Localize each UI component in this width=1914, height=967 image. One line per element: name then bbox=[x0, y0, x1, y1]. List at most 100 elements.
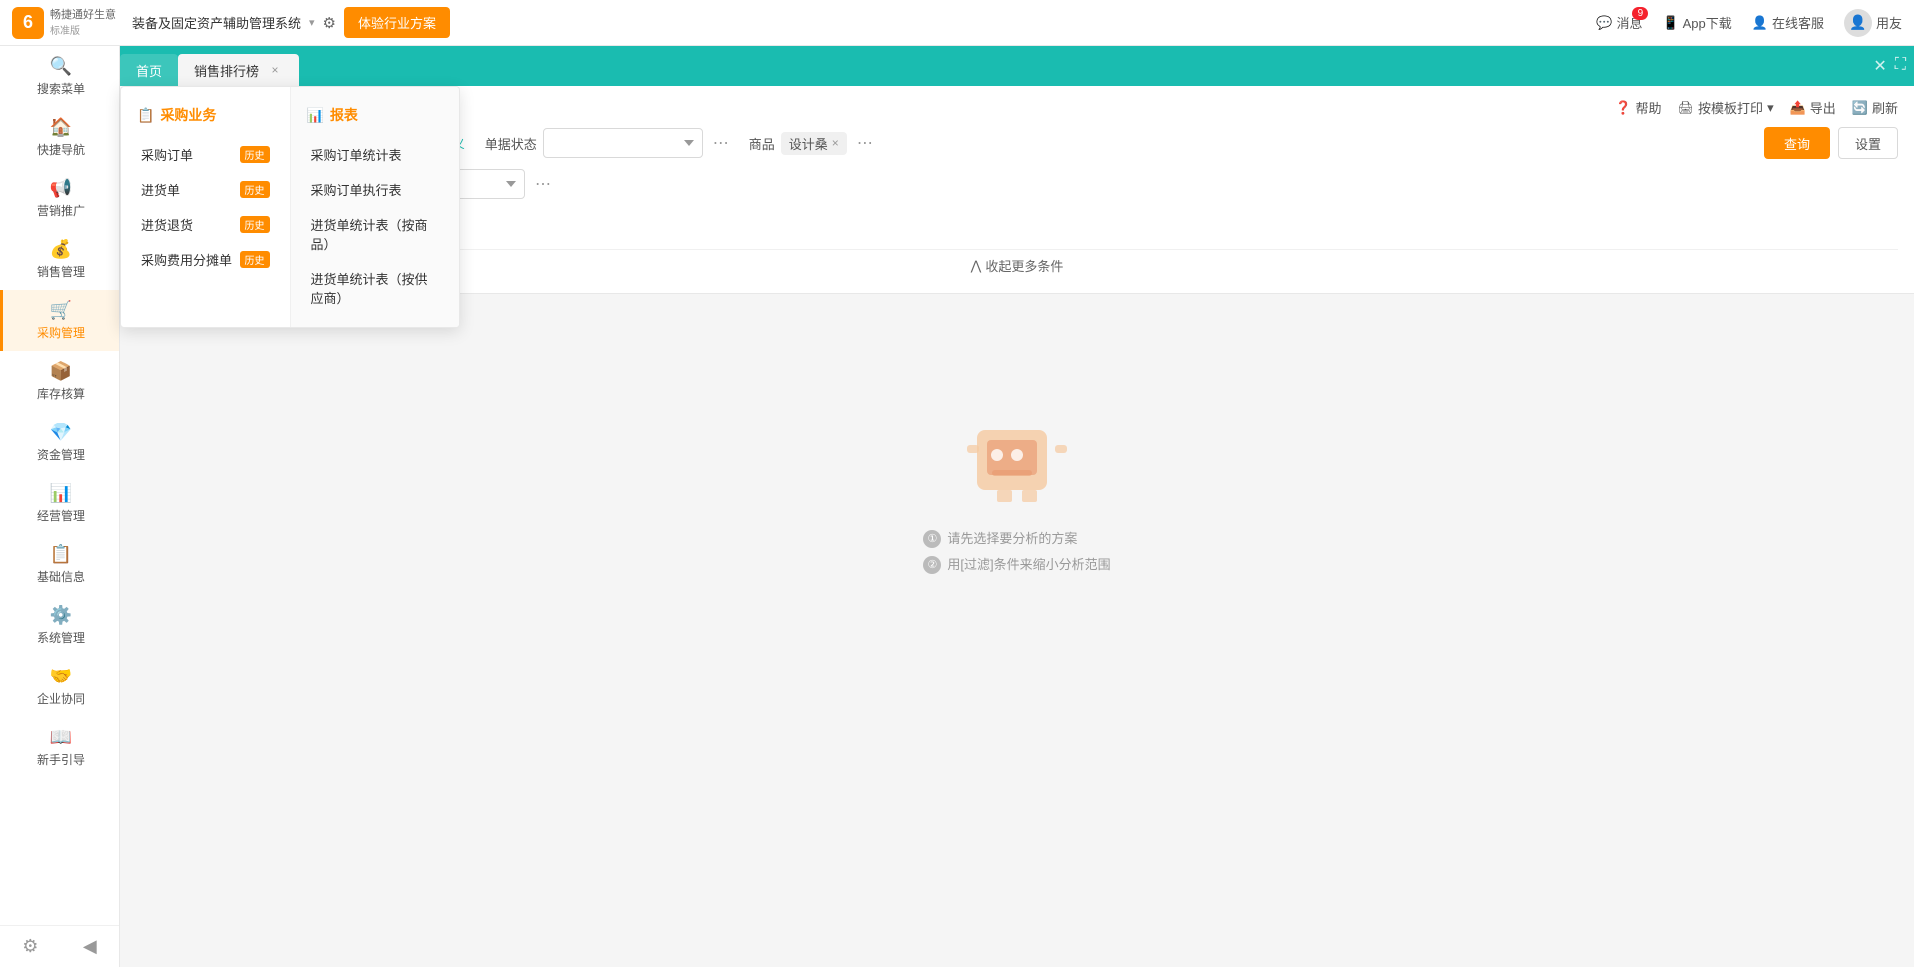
finance-icon: 💎 bbox=[50, 422, 72, 443]
empty-robot-svg bbox=[957, 410, 1077, 510]
sidebar-item-system[interactable]: ⚙️ 系统管理 bbox=[0, 595, 119, 656]
logo-icon: 6 bbox=[12, 7, 44, 39]
menu-receipt-by-supplier[interactable]: 进货单统计表（按供应商） bbox=[299, 261, 452, 315]
goods-more[interactable]: ⋯ bbox=[853, 133, 877, 153]
goods-tag: 设计桑 × bbox=[781, 132, 847, 155]
guide-icon: 📖 bbox=[50, 727, 72, 748]
sidebar-item-inventory[interactable]: 📦 库存核算 bbox=[0, 351, 119, 412]
sidebar-label-inventory: 库存核算 bbox=[37, 385, 85, 402]
step1-num: ① bbox=[923, 530, 941, 548]
sidebar-label-search: 搜索菜单 bbox=[37, 80, 85, 97]
purchase-report-label: 报表 bbox=[330, 105, 358, 125]
inventory-icon: 📦 bbox=[50, 361, 72, 382]
tab-bar-actions: ✕ ⛶ bbox=[1873, 56, 1906, 76]
sidebar-label-coop: 企业协同 bbox=[37, 690, 85, 707]
message-badge: 9 bbox=[1632, 7, 1648, 20]
purchase-business-icon: 📋 bbox=[137, 107, 154, 124]
receipt-by-goods-label: 进货单统计表（按商品） bbox=[311, 215, 440, 253]
tab-expand-icon[interactable]: ⛶ bbox=[1895, 56, 1906, 76]
marketing-icon: 📢 bbox=[50, 178, 72, 199]
tab-close-window-icon[interactable]: ✕ bbox=[1873, 56, 1886, 76]
menu-receipt-by-goods[interactable]: 进货单统计表（按商品） bbox=[299, 207, 452, 261]
help-icon: ❓ bbox=[1615, 100, 1631, 116]
system-title-area: 装备及固定资产辅助管理系统 ▾ ⚙ 体验行业方案 bbox=[132, 7, 1596, 38]
refresh-icon: 🔄 bbox=[1852, 100, 1868, 116]
collapse-text: 收起更多条件 bbox=[985, 256, 1063, 275]
refresh-btn[interactable]: 🔄 刷新 bbox=[1852, 98, 1898, 117]
bottom-collapse-icon[interactable]: ◀ bbox=[83, 936, 97, 957]
menu-po-stat[interactable]: 采购订单统计表 bbox=[299, 137, 452, 172]
sidebar-item-finance[interactable]: 💎 资金管理 bbox=[0, 412, 119, 473]
tab-close-icon[interactable]: × bbox=[267, 62, 283, 78]
top-bar: 6 畅捷通好生意 标准版 装备及固定资产辅助管理系统 ▾ ⚙ 体验行业方案 💬 … bbox=[0, 0, 1914, 46]
print-btn[interactable]: 🖨 按模板打印 ▾ bbox=[1678, 98, 1774, 117]
logo-name: 畅捷通好生意 bbox=[50, 8, 116, 22]
sidebar-item-quick[interactable]: 🏠 快捷导航 bbox=[0, 107, 119, 168]
sidebar-nav: 🔍 搜索菜单 🏠 快捷导航 📢 营销推广 💰 销售管理 🛒 采购管理 📦 库存核… bbox=[0, 46, 119, 925]
purchase-icon: 🛒 bbox=[50, 300, 72, 321]
sidebar-bottom: ⚙ ◀ bbox=[0, 925, 119, 967]
purchase-expense-history: 历史 bbox=[240, 251, 270, 268]
collapse-arrow-icon: ⋀ bbox=[971, 258, 982, 274]
export-btn[interactable]: 📤 导出 bbox=[1790, 98, 1836, 117]
sidebar-item-sales[interactable]: 💰 销售管理 bbox=[0, 229, 119, 290]
sidebar-label-marketing: 营销推广 bbox=[37, 202, 85, 219]
message-btn[interactable]: 💬 消息 9 bbox=[1596, 13, 1642, 32]
staff-more[interactable]: ⋯ bbox=[531, 174, 555, 194]
sidebar-item-operation[interactable]: 📊 经营管理 bbox=[0, 473, 119, 534]
empty-illustration bbox=[957, 410, 1077, 510]
sidebar-item-purchase[interactable]: 🛒 采购管理 bbox=[0, 290, 119, 351]
sidebar-item-marketing[interactable]: 📢 营销推广 bbox=[0, 168, 119, 229]
sidebar-item-search[interactable]: 🔍 搜索菜单 bbox=[0, 46, 119, 107]
step2-num: ② bbox=[923, 556, 941, 574]
print-arrow: ▾ bbox=[1767, 100, 1774, 116]
tab-sales-rank-label: 销售排行榜 bbox=[194, 61, 259, 80]
sidebar-item-coop[interactable]: 🤝 企业协同 bbox=[0, 656, 119, 717]
sidebar-label-basic: 基础信息 bbox=[37, 568, 85, 585]
logo-badge: 标准版 bbox=[50, 22, 116, 37]
doc-status-more[interactable]: ⋯ bbox=[709, 133, 733, 153]
coop-icon: 🤝 bbox=[50, 666, 72, 687]
user-label: 用友 bbox=[1876, 13, 1902, 32]
system-settings-icon[interactable]: ⚙ bbox=[323, 14, 336, 32]
menu-purchase-expense[interactable]: 采购费用分摊单 历史 bbox=[129, 242, 282, 277]
top-bar-right: 💬 消息 9 📱 App下载 👤 在线客服 👤 用友 bbox=[1596, 9, 1902, 37]
stock-return-label: 进货退货 bbox=[141, 215, 193, 234]
tip2: 用[过滤]条件来缩小分析范围 bbox=[947, 552, 1110, 578]
purchase-business-label: 采购业务 bbox=[160, 105, 216, 125]
settings-button[interactable]: 设置 bbox=[1838, 127, 1898, 159]
basic-icon: 📋 bbox=[50, 544, 72, 565]
tab-home[interactable]: 首页 bbox=[120, 54, 178, 86]
doc-status-select[interactable] bbox=[543, 128, 703, 158]
bottom-settings-icon[interactable]: ⚙ bbox=[22, 936, 38, 957]
query-button[interactable]: 查询 bbox=[1764, 127, 1830, 159]
menu-stock-return[interactable]: 进货退货 历史 bbox=[129, 207, 282, 242]
sidebar-label-finance: 资金管理 bbox=[37, 446, 85, 463]
sidebar-label-quick: 快捷导航 bbox=[37, 141, 85, 158]
app-download-btn[interactable]: 📱 App下载 bbox=[1662, 13, 1731, 32]
sidebar-item-guide[interactable]: 📖 新手引导 bbox=[0, 717, 119, 778]
receipt-by-supplier-label: 进货单统计表（按供应商） bbox=[311, 269, 440, 307]
industry-btn[interactable]: 体验行业方案 bbox=[344, 7, 450, 38]
message-icon: 💬 bbox=[1596, 15, 1612, 31]
sidebar: 🔍 搜索菜单 🏠 快捷导航 📢 营销推广 💰 销售管理 🛒 采购管理 📦 库存核… bbox=[0, 46, 120, 967]
tip1: 请先选择要分析的方案 bbox=[947, 526, 1077, 552]
stock-return-history: 历史 bbox=[240, 216, 270, 233]
menu-purchase-order[interactable]: 采购订单 历史 bbox=[129, 137, 282, 172]
sidebar-item-basic[interactable]: 📋 基础信息 bbox=[0, 534, 119, 595]
purchase-order-label: 采购订单 bbox=[141, 145, 193, 164]
purchase-order-history: 历史 bbox=[240, 146, 270, 163]
tab-bar: 首页 销售排行榜 × ✕ ⛶ bbox=[120, 46, 1914, 86]
menu-stock-receipt[interactable]: 进货单 历史 bbox=[129, 172, 282, 207]
phone-icon: 📱 bbox=[1662, 15, 1678, 31]
system-dropdown-arrow[interactable]: ▾ bbox=[309, 16, 315, 29]
goods-tag-close[interactable]: × bbox=[832, 136, 839, 150]
online-service-btn[interactable]: 👤 在线客服 bbox=[1752, 13, 1824, 32]
menu-po-exec[interactable]: 采购订单执行表 bbox=[299, 172, 452, 207]
sidebar-label-system: 系统管理 bbox=[37, 629, 85, 646]
tab-sales-rank[interactable]: 销售排行榜 × bbox=[178, 54, 299, 86]
user-btn[interactable]: 👤 用友 bbox=[1844, 9, 1902, 37]
purchase-report-title: 📊 报表 bbox=[299, 99, 452, 131]
sidebar-label-sales: 销售管理 bbox=[37, 263, 85, 280]
help-btn[interactable]: ❓ 帮助 bbox=[1615, 98, 1661, 117]
